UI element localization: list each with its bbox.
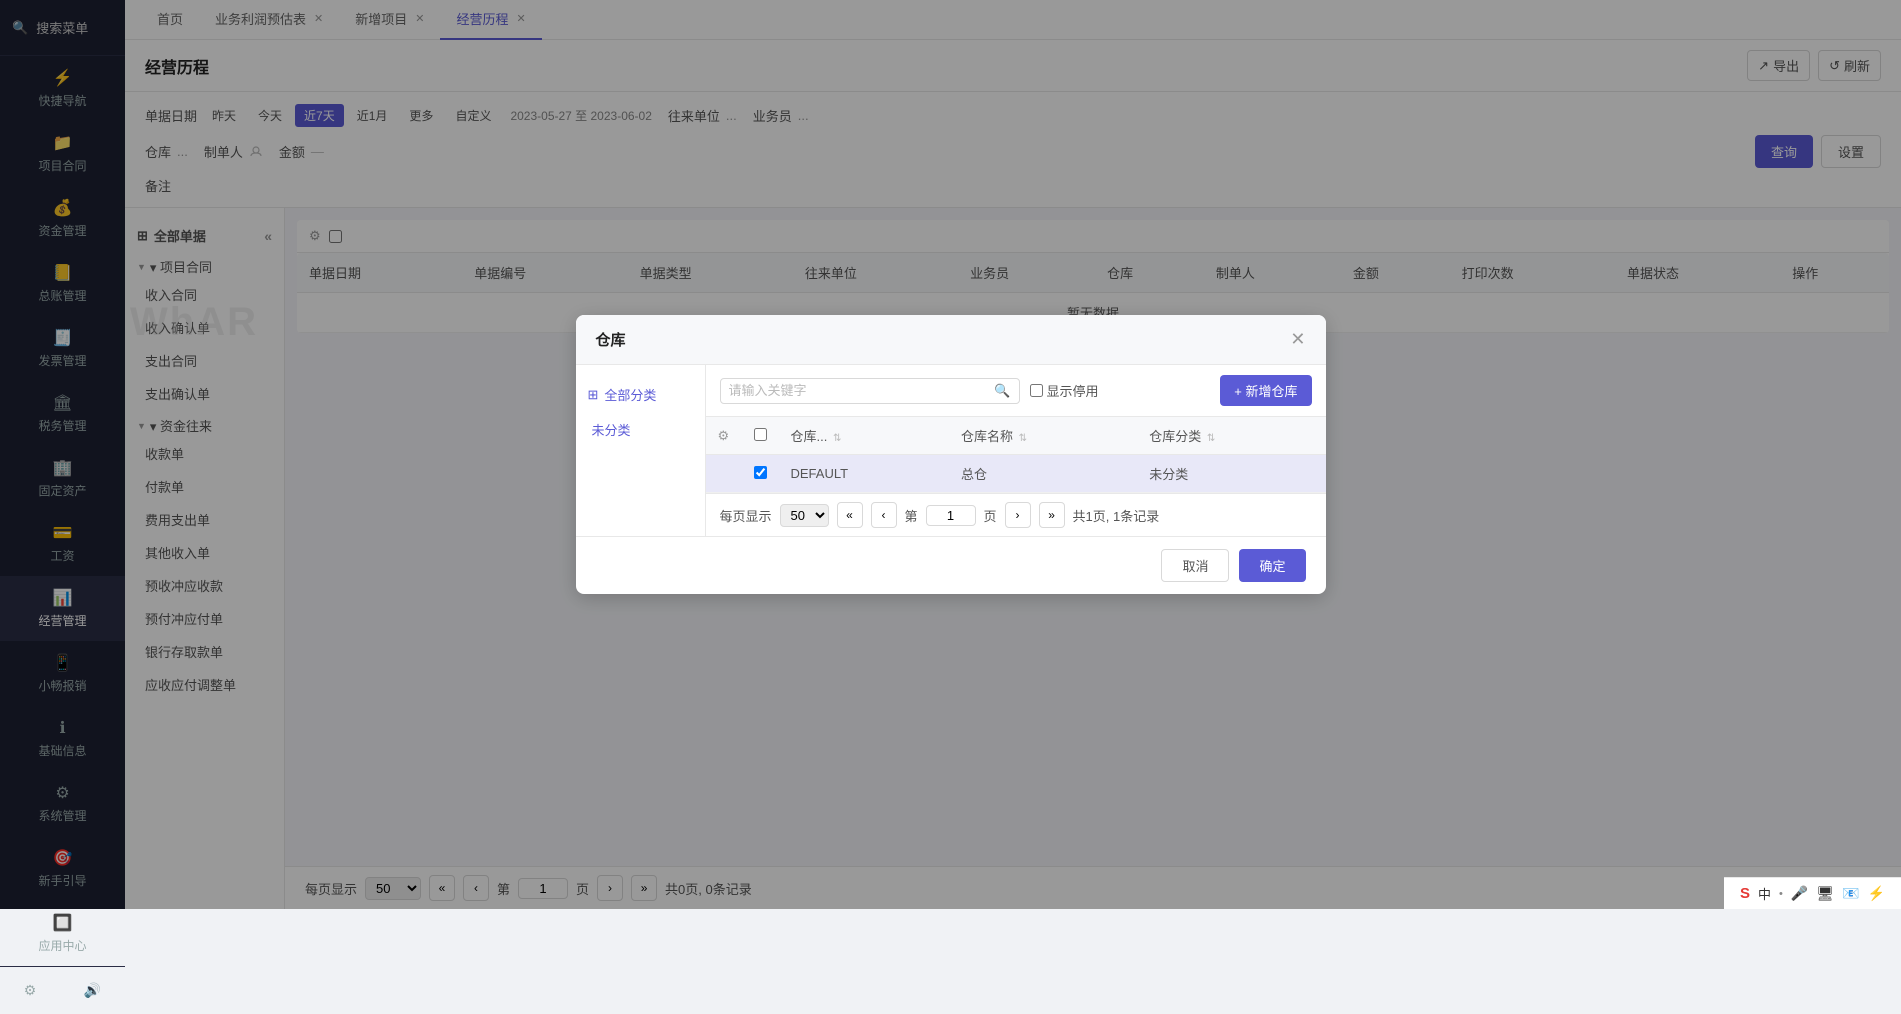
row-category: 未分类 (1137, 455, 1325, 493)
th-checkbox (742, 417, 779, 455)
modal-right-panel: 🔍 显示停用 + 新增仓库 ⚙ (706, 365, 1326, 536)
modal-warehouse-table: ⚙ 仓库... ⇅ 仓库名称 ⇅ (706, 417, 1326, 493)
show-disabled-label[interactable]: 显示停用 (1030, 381, 1099, 400)
modal-header: 仓库 ✕ (576, 315, 1326, 365)
taskbar-s-icon: S (1740, 885, 1750, 902)
modal-close-button[interactable]: ✕ (1290, 329, 1305, 350)
sort-code-icon: ⇅ (833, 433, 841, 444)
taskbar-zh-icon: 中 (1758, 884, 1771, 903)
warehouse-modal: 仓库 ✕ ⊞ 全部分类 未分类 (576, 315, 1326, 594)
modal-gear-icon[interactable]: ⚙ (718, 428, 730, 443)
modal-last-page[interactable]: » (1039, 502, 1065, 528)
modal-search-input[interactable] (729, 383, 989, 398)
modal-search-box[interactable]: 🔍 (720, 378, 1020, 404)
th-category: 仓库分类 ⇅ (1137, 417, 1325, 455)
modal-footer: 取消 确定 (576, 536, 1326, 594)
th-name: 仓库名称 ⇅ (949, 417, 1137, 455)
confirm-button[interactable]: 确定 (1239, 549, 1305, 582)
show-disabled-text: 显示停用 (1047, 381, 1099, 400)
modal-pagination: 每页显示 50 « ‹ 第 页 › » 共1页, 1条记录 (706, 493, 1326, 536)
modal-table-header: ⚙ 仓库... ⇅ 仓库名称 ⇅ (706, 417, 1326, 455)
taskbar: S 中 • 🎤 🖥 📧 ⚡ (1724, 877, 1901, 909)
modal-toolbar: 🔍 显示停用 + 新增仓库 (706, 365, 1326, 417)
sidebar-bottom: ⚙ 🔊 (0, 966, 125, 1014)
modal-table-row[interactable]: DEFAULT 总仓 未分类 (706, 455, 1326, 493)
taskbar-flash-icon: ⚡ (1868, 885, 1885, 902)
audio-icon[interactable]: 🔊 (79, 977, 106, 1004)
th-code: 仓库... ⇅ (779, 417, 950, 455)
settings-icon[interactable]: ⚙ (19, 977, 42, 1004)
taskbar-screen-icon: 🖥 (1816, 885, 1834, 902)
row-checkbox[interactable] (754, 466, 767, 479)
sidebar-item-app[interactable]: 🔲 应用中心 (0, 901, 125, 966)
modal-next-page[interactable]: › (1005, 502, 1031, 528)
modal-select-all[interactable] (754, 428, 767, 441)
modal-first-page[interactable]: « (837, 502, 863, 528)
cancel-button[interactable]: 取消 (1161, 549, 1229, 582)
modal-total-label: 共1页, 1条记录 (1073, 506, 1160, 525)
modal-page-input[interactable] (926, 505, 976, 526)
row-code: DEFAULT (779, 455, 950, 493)
modal-per-page-label: 每页显示 (720, 506, 772, 525)
modal-page-unit: 页 (984, 506, 997, 525)
modal-unclassified[interactable]: 未分类 (576, 412, 705, 447)
row-checkbox-cell (742, 455, 779, 493)
modal-all-categories[interactable]: ⊞ 全部分类 (576, 377, 705, 412)
taskbar-mail-icon: 📧 (1842, 885, 1859, 902)
row-gear (706, 455, 742, 493)
modal-overlay[interactable]: 仓库 ✕ ⊞ 全部分类 未分类 (0, 0, 1901, 909)
taskbar-mic-icon: 🎤 (1791, 885, 1808, 902)
th-gear: ⚙ (706, 417, 742, 455)
row-name: 总仓 (949, 455, 1137, 493)
all-categories-label: 全部分类 (604, 385, 656, 404)
taskbar-dot-icon: • (1779, 888, 1783, 900)
add-warehouse-button[interactable]: + 新增仓库 (1220, 375, 1311, 406)
modal-table-body: DEFAULT 总仓 未分类 (706, 455, 1326, 493)
grid-icon-2: ⊞ (588, 387, 599, 403)
modal-title: 仓库 (596, 329, 626, 350)
modal-body: ⊞ 全部分类 未分类 🔍 显示停用 (576, 365, 1326, 536)
modal-table-wrap: ⚙ 仓库... ⇅ 仓库名称 ⇅ (706, 417, 1326, 493)
show-disabled-checkbox[interactable] (1030, 384, 1043, 397)
modal-per-page-select[interactable]: 50 (780, 504, 829, 527)
sidebar-icon-app: 🔲 (53, 913, 73, 933)
modal-left-panel: ⊞ 全部分类 未分类 (576, 365, 706, 536)
sidebar-label-app: 应用中心 (38, 937, 86, 954)
modal-search-icon: 🔍 (994, 383, 1010, 399)
modal-page-label: 第 (905, 506, 918, 525)
sort-name-icon: ⇅ (1019, 433, 1027, 444)
modal-prev-page[interactable]: ‹ (871, 502, 897, 528)
sort-category-icon: ⇅ (1207, 433, 1215, 444)
